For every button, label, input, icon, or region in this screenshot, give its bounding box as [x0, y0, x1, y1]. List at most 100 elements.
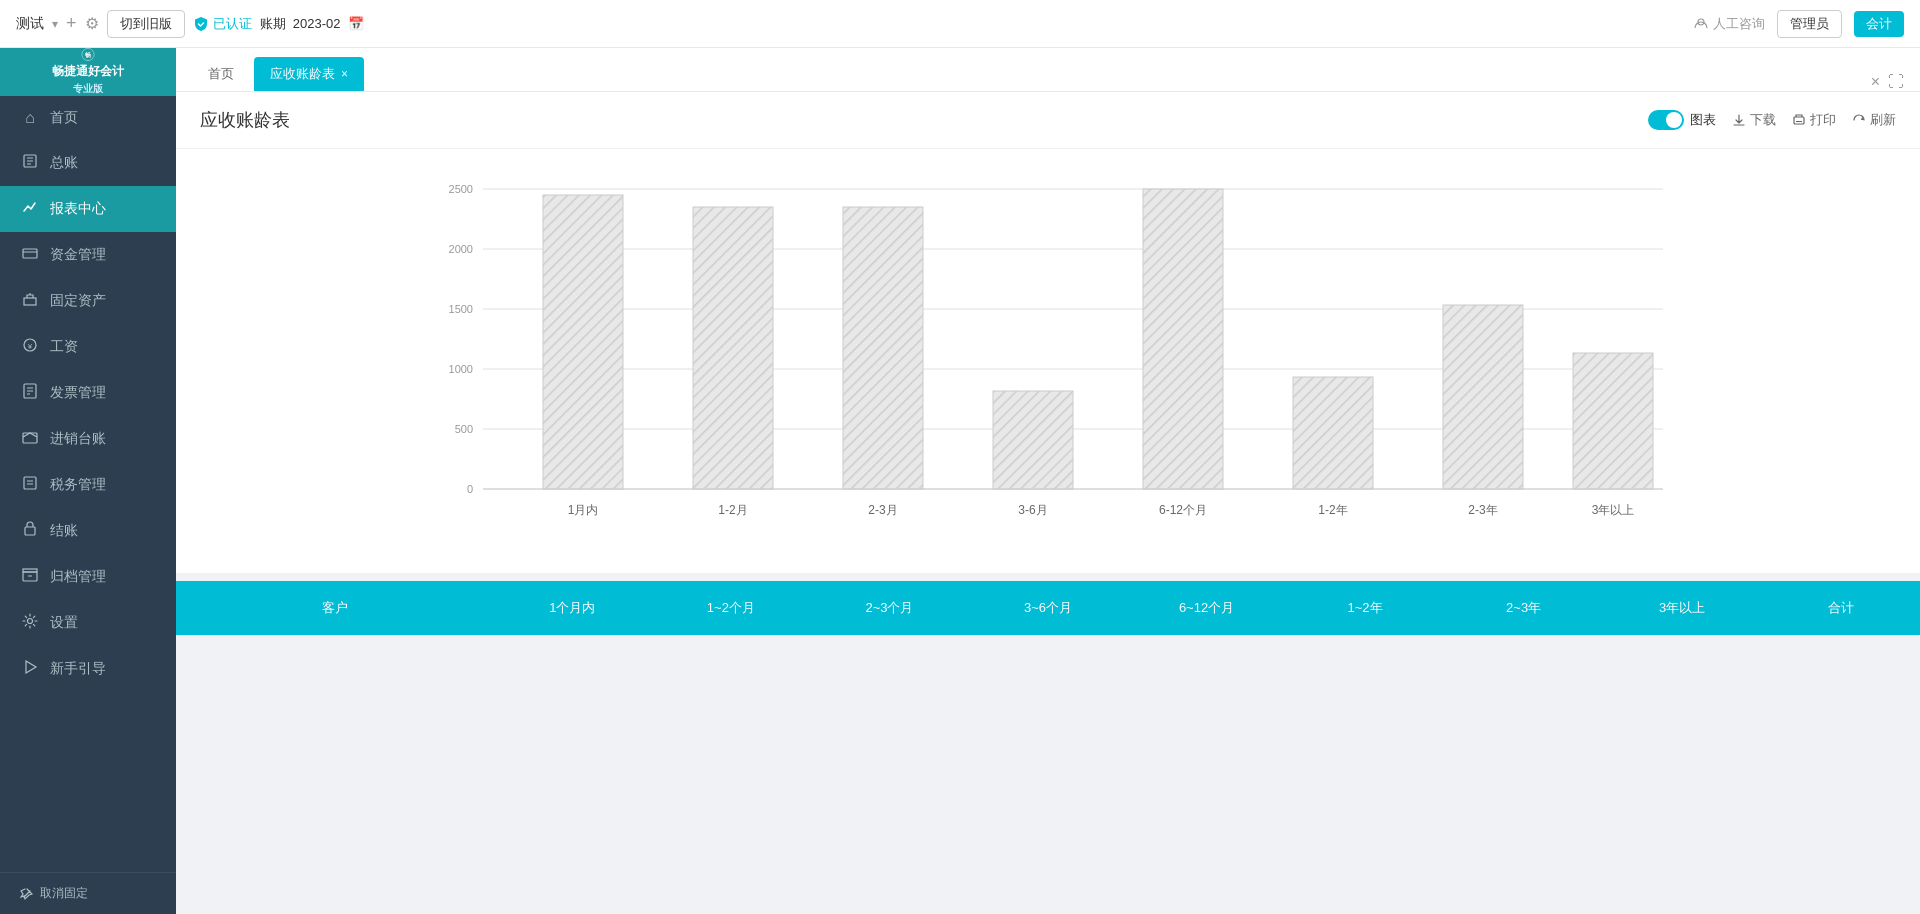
sidebar-item-wage[interactable]: ¥ 工资 — [0, 324, 176, 370]
sidebar-item-label: 结账 — [50, 522, 78, 540]
sidebar-item-label: 设置 — [50, 614, 78, 632]
col-customer: 客户 — [176, 581, 493, 635]
bar-2-3-month — [843, 207, 923, 489]
refresh-button[interactable]: 刷新 — [1852, 111, 1896, 129]
human-consult-button[interactable]: 人工咨询 — [1693, 15, 1765, 33]
svg-text:2000: 2000 — [449, 243, 473, 255]
sidebar-item-label: 总账 — [50, 154, 78, 172]
sidebar-item-label: 归档管理 — [50, 568, 106, 586]
svg-text:畅: 畅 — [85, 51, 91, 58]
accounting-button[interactable]: 会计 — [1854, 11, 1904, 37]
certified-badge: 已认证 — [193, 15, 252, 33]
svg-text:6-12个月: 6-12个月 — [1159, 503, 1207, 517]
cancel-pin-button[interactable]: 取消固定 — [20, 885, 156, 902]
logo-name: 畅捷通好会计 — [52, 63, 124, 80]
svg-text:2500: 2500 — [449, 183, 473, 195]
tab-home[interactable]: 首页 — [192, 57, 250, 91]
svg-text:3年以上: 3年以上 — [1592, 503, 1635, 517]
tab-close-icon[interactable]: × — [341, 67, 348, 81]
sidebar-item-capital[interactable]: 资金管理 — [0, 232, 176, 278]
svg-rect-28 — [1796, 121, 1802, 122]
settings-gear-icon — [20, 613, 40, 633]
sidebar-item-label: 发票管理 — [50, 384, 106, 402]
svg-rect-9 — [24, 298, 36, 305]
sales-icon — [20, 429, 40, 449]
top-bar-right: 人工咨询 管理员 会计 — [1693, 10, 1904, 38]
toggle-switch[interactable] — [1648, 110, 1684, 130]
sidebar-bottom: 取消固定 — [0, 872, 176, 914]
certified-text: 已认证 — [213, 15, 252, 33]
svg-point-25 — [28, 619, 33, 624]
report-header: 应收账龄表 图表 下载 — [176, 92, 1920, 149]
col-2-3month: 2~3个月 — [810, 581, 969, 635]
sidebar-item-ledger[interactable]: 总账 — [0, 140, 176, 186]
tab-controls: × ⛶ — [1871, 73, 1904, 91]
main-layout: 畅 畅捷通好会计 专业版 ⌂ 首页 总账 报表中 — [0, 48, 1920, 914]
svg-text:1500: 1500 — [449, 303, 473, 315]
tab-ar-aging[interactable]: 应收账龄表 × — [254, 57, 364, 91]
period-info: 账期 2023-02 📅 — [260, 15, 364, 33]
manager-button[interactable]: 管理员 — [1777, 10, 1842, 38]
bar-3-6-month — [993, 391, 1073, 489]
sidebar-item-home[interactable]: ⌂ 首页 — [0, 96, 176, 140]
print-icon — [1792, 113, 1806, 127]
sidebar-item-assets[interactable]: 固定资产 — [0, 278, 176, 324]
settings-icon[interactable]: ⚙ — [85, 14, 99, 33]
company-chevron-icon[interactable]: ▾ — [52, 17, 58, 31]
top-bar: 测试 ▾ + ⚙ 切到旧版 已认证 账期 2023-02 📅 人工咨询 管理员 … — [0, 0, 1920, 48]
tab-bar: 首页 应收账龄表 × × ⛶ — [176, 48, 1920, 92]
svg-rect-23 — [23, 569, 37, 572]
col-1-2month: 1~2个月 — [652, 581, 811, 635]
ledger-icon — [20, 153, 40, 173]
sidebar-item-closing[interactable]: 结账 — [0, 508, 176, 554]
add-tab-icon[interactable]: + — [66, 13, 77, 34]
pin-icon — [20, 887, 34, 901]
invoice-icon — [20, 383, 40, 403]
newbie-icon — [20, 659, 40, 679]
headset-icon — [1693, 16, 1709, 32]
table-header: 客户 1个月内 1~2个月 2~3个月 3~6个月 6~12个月 1~2年 2~… — [176, 581, 1920, 635]
bar-1-month — [543, 195, 623, 489]
sidebar-item-label: 固定资产 — [50, 292, 106, 310]
sidebar-item-label: 报表中心 — [50, 200, 106, 218]
sidebar-item-label: 首页 — [50, 109, 78, 127]
capital-icon — [20, 245, 40, 265]
svg-rect-7 — [23, 249, 37, 258]
sidebar-item-sales[interactable]: 进销台账 — [0, 416, 176, 462]
svg-text:2-3月: 2-3月 — [868, 503, 897, 517]
svg-text:1月内: 1月内 — [568, 503, 599, 517]
sidebar-item-newbie[interactable]: 新手引导 — [0, 646, 176, 692]
svg-rect-21 — [25, 527, 35, 535]
close-window-button[interactable]: × — [1871, 73, 1880, 91]
chart-toggle[interactable]: 图表 — [1648, 110, 1716, 130]
sidebar-item-tax[interactable]: 税务管理 — [0, 462, 176, 508]
download-button[interactable]: 下载 — [1732, 111, 1776, 129]
old-version-button[interactable]: 切到旧版 — [107, 10, 185, 38]
sidebar-item-label: 新手引导 — [50, 660, 106, 678]
sidebar-item-archive[interactable]: 归档管理 — [0, 554, 176, 600]
bar-1-2-month — [693, 207, 773, 489]
data-table-container: 客户 1个月内 1~2个月 2~3个月 3~6个月 6~12个月 1~2年 2~… — [176, 581, 1920, 635]
sidebar: 畅 畅捷通好会计 专业版 ⌂ 首页 总账 报表中 — [0, 48, 176, 914]
closing-icon — [20, 521, 40, 541]
bar-6-12-month — [1143, 189, 1223, 489]
col-3plus-year: 3年以上 — [1603, 581, 1762, 635]
svg-text:0: 0 — [467, 483, 473, 495]
toggle-label: 图表 — [1690, 111, 1716, 129]
col-2-3year: 2~3年 — [1444, 581, 1603, 635]
print-button[interactable]: 打印 — [1792, 111, 1836, 129]
bar-1-2-year — [1293, 377, 1373, 489]
content-area: 首页 应收账龄表 × × ⛶ 应收账龄表 图表 — [176, 48, 1920, 914]
svg-rect-18 — [24, 477, 36, 489]
svg-rect-17 — [23, 433, 37, 443]
sidebar-item-invoice[interactable]: 发票管理 — [0, 370, 176, 416]
sidebar-item-reports[interactable]: 报表中心 — [0, 186, 176, 232]
home-icon: ⌂ — [20, 109, 40, 127]
maximize-button[interactable]: ⛶ — [1888, 73, 1904, 91]
calendar-icon[interactable]: 📅 — [348, 16, 364, 31]
svg-marker-26 — [26, 661, 36, 673]
logo-icon: 畅 — [72, 48, 104, 61]
tax-icon — [20, 475, 40, 495]
sidebar-item-label: 税务管理 — [50, 476, 106, 494]
sidebar-item-settings[interactable]: 设置 — [0, 600, 176, 646]
